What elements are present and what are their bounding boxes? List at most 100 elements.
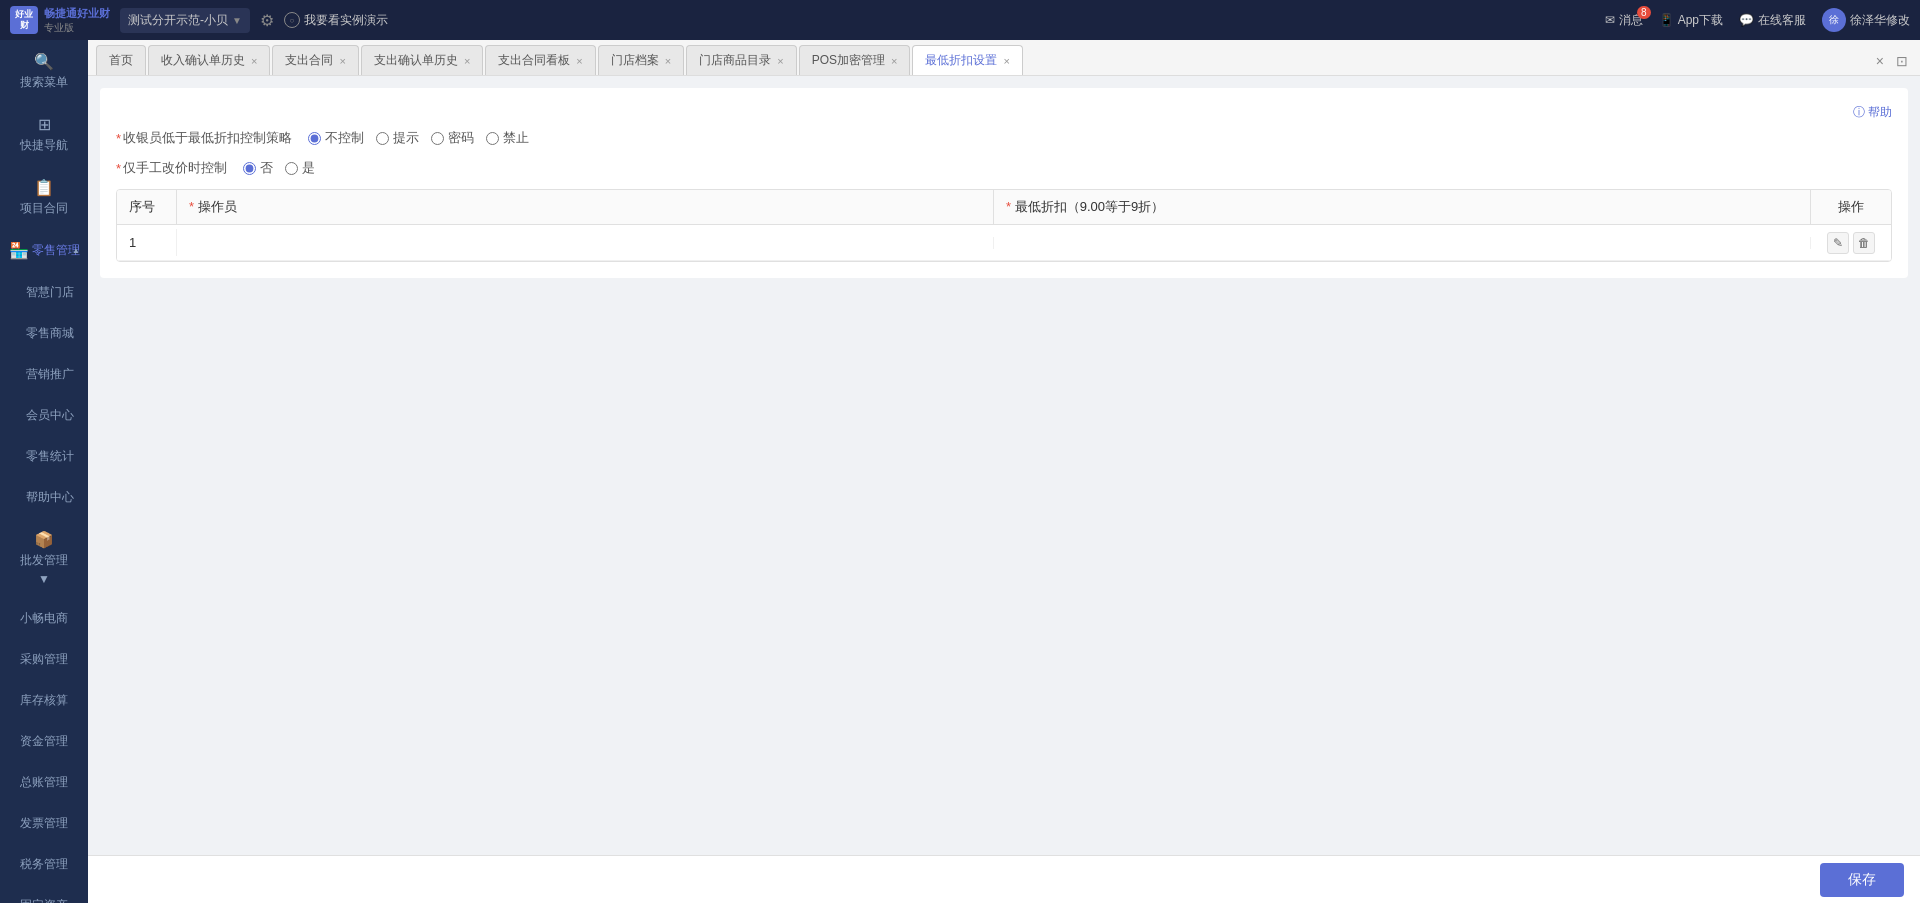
app-download-label: App下载 bbox=[1678, 12, 1723, 29]
tab-payment-contract-close[interactable]: × bbox=[339, 55, 345, 67]
col-header-discount: * 最低折扣（9.00等于9折） bbox=[994, 190, 1811, 224]
radio-tip[interactable]: 提示 bbox=[376, 129, 419, 147]
project-selector[interactable]: 测试分开示范-小贝 ▼ bbox=[120, 8, 250, 33]
discount-policy-options: 不控制 提示 密码 禁止 bbox=[308, 129, 529, 147]
sidebar-item-wholesale[interactable]: 📦 批发管理 bbox=[0, 518, 88, 598]
sidebar-item-smart-store[interactable]: 智慧门店 bbox=[0, 272, 88, 313]
user-name: 徐泽华修改 bbox=[1850, 12, 1910, 29]
tab-payment-board-close[interactable]: × bbox=[576, 55, 582, 67]
tab-store-file[interactable]: 门店档案 × bbox=[598, 45, 684, 75]
sidebar-item-marketing[interactable]: 营销推广 bbox=[0, 354, 88, 395]
save-button[interactable]: 保存 bbox=[1820, 863, 1904, 897]
tab-income-confirm-label: 收入确认单历史 bbox=[161, 52, 245, 69]
sidebar-item-help[interactable]: 帮助中心 bbox=[0, 477, 88, 518]
sidebar-item-search[interactable]: 🔍 搜索菜单 bbox=[0, 40, 88, 103]
sidebar-label-retail: 零售管理 bbox=[32, 242, 80, 259]
topbar-right: ✉ 消息 8 📱 App下载 💬 在线客服 徐 徐泽华修改 bbox=[1605, 8, 1910, 32]
settings-icon[interactable]: ⚙ bbox=[260, 11, 274, 30]
sidebar-item-purchase[interactable]: 采购管理 bbox=[0, 639, 88, 680]
sidebar-label-online-store: 零售商城 bbox=[26, 325, 74, 342]
sidebar-label-member: 会员中心 bbox=[26, 407, 74, 424]
required-star-2: * bbox=[116, 161, 121, 176]
radio-yes[interactable]: 是 bbox=[285, 159, 315, 177]
radio-no-input[interactable] bbox=[243, 162, 256, 175]
tab-home[interactable]: 首页 bbox=[96, 45, 146, 75]
tab-payment-contract-label: 支出合同 bbox=[285, 52, 333, 69]
radio-yes-input[interactable] bbox=[285, 162, 298, 175]
tab-close-button[interactable]: × bbox=[1872, 51, 1888, 71]
tab-payment-board[interactable]: 支出合同看板 × bbox=[485, 45, 595, 75]
tab-payment-confirm-close[interactable]: × bbox=[464, 55, 470, 67]
main-layout: 🔍 搜索菜单 ⊞ 快捷导航 📋 项目合同 🏪 零售管理 智慧门店 零售商城 营销… bbox=[0, 40, 1920, 903]
retail-icon: 🏪 bbox=[9, 241, 29, 260]
sidebar-item-ledger[interactable]: 总账管理 bbox=[0, 762, 88, 803]
delete-button-1[interactable]: 🗑 bbox=[1853, 232, 1875, 254]
required-star-discount: * bbox=[1006, 199, 1011, 214]
messages-badge: 8 bbox=[1637, 6, 1651, 19]
logo-icon: 好业财 bbox=[10, 6, 38, 34]
topbar: 好业财 畅捷通好业财 专业版 测试分开示范-小贝 ▼ ⚙ ○ 我要看实例演示 ✉… bbox=[0, 0, 1920, 40]
sidebar-item-inventory[interactable]: 库存核算 bbox=[0, 680, 88, 721]
tab-payment-confirm[interactable]: 支出确认单历史 × bbox=[361, 45, 483, 75]
manual-price-row: * 仅手工改价时控制 否 是 bbox=[116, 159, 1892, 177]
help-link[interactable]: ⓘ 帮助 bbox=[1853, 104, 1892, 121]
online-service-button[interactable]: 💬 在线客服 bbox=[1739, 12, 1806, 29]
tab-restore-button[interactable]: ⊡ bbox=[1892, 51, 1912, 71]
sidebar-label-ledger: 总账管理 bbox=[20, 774, 68, 791]
td-discount-1 bbox=[994, 237, 1811, 249]
tab-pos-password-label: POS加密管理 bbox=[812, 52, 885, 69]
tab-controls: × ⊡ bbox=[1872, 51, 1912, 75]
manual-price-label: * 仅手工改价时控制 bbox=[116, 159, 227, 177]
tab-income-confirm-close[interactable]: × bbox=[251, 55, 257, 67]
table-row: 1 ✎ 🗑 bbox=[117, 225, 1891, 261]
radio-no-control-input[interactable] bbox=[308, 132, 321, 145]
tab-pos-password[interactable]: POS加密管理 × bbox=[799, 45, 911, 75]
demo-link[interactable]: ○ 我要看实例演示 bbox=[284, 12, 388, 29]
sidebar-item-finance[interactable]: 资金管理 bbox=[0, 721, 88, 762]
sidebar-label-ecommerce: 小畅电商 bbox=[20, 610, 68, 627]
radio-password-input[interactable] bbox=[431, 132, 444, 145]
content-area: 首页 收入确认单历史 × 支出合同 × 支出确认单历史 × 支出合同看板 × 门… bbox=[88, 40, 1920, 903]
tab-store-file-label: 门店档案 bbox=[611, 52, 659, 69]
tab-income-confirm[interactable]: 收入确认单历史 × bbox=[148, 45, 270, 75]
radio-no-control[interactable]: 不控制 bbox=[308, 129, 364, 147]
sidebar-item-shortcut[interactable]: ⊞ 快捷导航 bbox=[0, 103, 88, 166]
tab-pos-password-close[interactable]: × bbox=[891, 55, 897, 67]
messages-button[interactable]: ✉ 消息 8 bbox=[1605, 12, 1643, 29]
sidebar-item-tax[interactable]: 税务管理 bbox=[0, 844, 88, 885]
sidebar-item-retail-stat[interactable]: 零售统计 bbox=[0, 436, 88, 477]
help-circle-icon: ⓘ bbox=[1853, 104, 1865, 121]
sidebar-item-member[interactable]: 会员中心 bbox=[0, 395, 88, 436]
tab-payment-contract[interactable]: 支出合同 × bbox=[272, 45, 358, 75]
sidebar-item-project[interactable]: 📋 项目合同 bbox=[0, 166, 88, 229]
app-version: 专业版 bbox=[44, 21, 110, 35]
tab-min-discount-close[interactable]: × bbox=[1003, 55, 1009, 67]
radio-no[interactable]: 否 bbox=[243, 159, 273, 177]
tab-store-products-close[interactable]: × bbox=[777, 55, 783, 67]
sidebar-item-ecommerce[interactable]: 小畅电商 bbox=[0, 598, 88, 639]
radio-forbid[interactable]: 禁止 bbox=[486, 129, 529, 147]
sidebar-label-invoice: 发票管理 bbox=[20, 815, 68, 832]
tab-store-products[interactable]: 门店商品目录 × bbox=[686, 45, 796, 75]
tab-home-label: 首页 bbox=[109, 52, 133, 69]
tab-min-discount[interactable]: 最低折扣设置 × bbox=[912, 45, 1022, 75]
project-name: 测试分开示范-小贝 bbox=[128, 12, 228, 29]
sidebar-label-marketing: 营销推广 bbox=[26, 366, 74, 383]
app-download-button[interactable]: 📱 App下载 bbox=[1659, 12, 1723, 29]
user-menu-button[interactable]: 徐 徐泽华修改 bbox=[1822, 8, 1910, 32]
radio-password[interactable]: 密码 bbox=[431, 129, 474, 147]
tab-store-file-close[interactable]: × bbox=[665, 55, 671, 67]
tab-payment-board-label: 支出合同看板 bbox=[498, 52, 570, 69]
sidebar-item-fixed-asset[interactable]: 固定资产 bbox=[0, 885, 88, 903]
help-label: 帮助 bbox=[1868, 104, 1892, 121]
radio-no-control-label: 不控制 bbox=[325, 129, 364, 147]
radio-forbid-input[interactable] bbox=[486, 132, 499, 145]
sidebar-item-online-store[interactable]: 零售商城 bbox=[0, 313, 88, 354]
sidebar-item-invoice[interactable]: 发票管理 bbox=[0, 803, 88, 844]
radio-tip-input[interactable] bbox=[376, 132, 389, 145]
service-icon: 💬 bbox=[1739, 13, 1754, 27]
sidebar-item-retail[interactable]: 🏪 零售管理 bbox=[0, 229, 88, 272]
discount-table: 序号 * 操作员 * 最低折扣（9.00等于9折） 操作 1 bbox=[116, 189, 1892, 262]
edit-button-1[interactable]: ✎ bbox=[1827, 232, 1849, 254]
settings-card: ⓘ 帮助 * 收银员低于最低折扣控制策略 不控制 bbox=[100, 88, 1908, 278]
